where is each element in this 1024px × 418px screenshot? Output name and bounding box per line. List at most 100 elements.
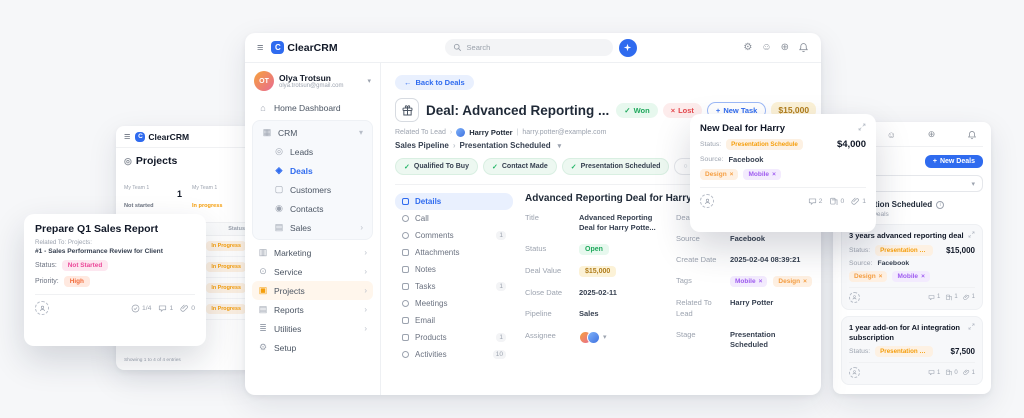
stage-presentation-scheduled[interactable]: ✓ Presentation Scheduled — [561, 158, 670, 175]
status-label: Status: — [700, 141, 722, 148]
assign-user-button[interactable] — [35, 301, 49, 315]
sidebar-item-sales[interactable]: ▤ Sales › — [256, 218, 369, 237]
tag-design[interactable]: Design × — [849, 270, 888, 282]
apps-icon[interactable]: ⊕ — [928, 129, 936, 140]
comments-counter[interactable]: 1 — [928, 294, 940, 301]
expand-icon[interactable] — [858, 123, 866, 131]
chevron-down-icon: ▾ — [358, 128, 363, 137]
support-icon[interactable]: ☺ — [887, 130, 896, 140]
tab-notes[interactable]: Notes — [395, 261, 513, 278]
close-icon[interactable]: × — [879, 273, 883, 280]
close-icon[interactable]: × — [759, 278, 763, 285]
tag-design[interactable]: Design × — [700, 169, 739, 180]
attachments-counter[interactable]: 1 — [851, 197, 866, 206]
tag-mobile[interactable]: Mobile × — [743, 169, 781, 180]
apps-icon[interactable]: ⊕ — [781, 42, 789, 53]
sidebar-item-deals[interactable]: ◈ Deals — [256, 161, 369, 180]
task-card[interactable]: Prepare Q1 Sales Report Related To: Proj… — [24, 214, 206, 346]
lead-name-link[interactable]: Harry Potter — [469, 128, 512, 137]
deal-card[interactable]: 1 year add-on for AI integration subscri… — [841, 315, 983, 386]
new-deals-button[interactable]: + New Deals — [924, 155, 983, 168]
user-avatar: OT — [254, 71, 274, 91]
sidebar-item-leads[interactable]: ◎ Leads — [256, 142, 369, 161]
tasks-counter[interactable]: 0 — [945, 369, 958, 376]
clipboard-icon — [946, 294, 952, 300]
attachments-counter[interactable]: 0 — [180, 304, 195, 313]
new-deal-popup-card[interactable]: New Deal for Harry Status: Presentation … — [690, 114, 876, 232]
meetings-icon — [402, 300, 409, 307]
attachments-count: 0 — [191, 304, 195, 312]
sidebar-item-home-dashboard[interactable]: ⌂ Home Dashboard — [252, 98, 373, 117]
sidebar-item-crm[interactable]: ▦ CRM ▾ — [256, 123, 369, 142]
comment-bubble-icon — [159, 305, 167, 312]
tasks-counter[interactable]: 0 — [829, 197, 844, 206]
settings-icon[interactable]: ⚙ — [743, 42, 752, 53]
search-input[interactable]: Search — [444, 39, 613, 56]
tab-activities[interactable]: Activities 10 — [395, 346, 513, 363]
chevron-right-icon: › — [364, 286, 367, 295]
tab-products[interactable]: Products 1 — [395, 329, 513, 346]
support-icon[interactable]: ☺ — [761, 42, 771, 53]
tab-comments[interactable]: Comments 1 — [395, 227, 513, 244]
sidebar-item-service[interactable]: ⊙ Service › — [252, 262, 373, 281]
topbar-icon-group: ⚙ ☺ ⊕ — [743, 42, 809, 53]
close-icon[interactable]: × — [730, 171, 734, 178]
expand-icon[interactable] — [968, 231, 975, 238]
back-to-deals-button[interactable]: ← Back to Deals — [395, 75, 474, 90]
sidebar-item-customers[interactable]: ▢ Customers — [256, 180, 369, 199]
attachments-counter[interactable]: 1 — [963, 294, 975, 301]
tab-call[interactable]: Call — [395, 210, 513, 227]
sidebar-item-projects[interactable]: ▣ Projects › — [252, 281, 373, 300]
sidebar-item-marketing[interactable]: ▥ Marketing › — [252, 243, 373, 262]
tab-meetings[interactable]: Meetings — [395, 295, 513, 312]
back-button-label: Back to Deals — [415, 78, 465, 87]
tag-label: Mobile — [897, 272, 919, 280]
profile-menu[interactable]: OT Olya Trotsun olya.trotsun@gmail.com ▾ — [252, 69, 373, 98]
notifications-bell-icon[interactable] — [967, 130, 977, 140]
assign-user-button[interactable] — [849, 367, 860, 379]
brand-name: ClearCRM — [148, 131, 190, 142]
assignee-avatars[interactable]: ▾ — [579, 330, 607, 344]
tab-attachments[interactable]: Attachments — [395, 244, 513, 261]
menu-icon[interactable]: ≡ — [257, 42, 263, 54]
menu-icon[interactable]: ≡ — [124, 131, 130, 143]
sidebar-item-utilities[interactable]: ≣ Utilities › — [252, 319, 373, 338]
close-icon[interactable]: × — [772, 171, 776, 178]
current-stage-dropdown[interactable]: Presentation Scheduled — [459, 141, 550, 150]
won-button[interactable]: ✓ Won — [616, 102, 658, 118]
tag-mobile[interactable]: Mobile × — [892, 270, 930, 282]
sidebar-item-reports[interactable]: ▤ Reports › — [252, 300, 373, 319]
stage-qualified-to-buy[interactable]: ✓ Qualified To Buy — [395, 158, 478, 175]
assign-user-button[interactable] — [700, 194, 714, 208]
close-icon[interactable]: × — [921, 273, 925, 280]
assistant-button[interactable] — [618, 38, 637, 57]
tab-email[interactable]: Email — [395, 312, 513, 329]
tag-mobile[interactable]: Mobile × — [730, 276, 768, 288]
stage-contact-made[interactable]: ✓ Contact Made — [482, 158, 557, 175]
tag-design[interactable]: Design × — [773, 276, 812, 288]
close-icon[interactable]: × — [803, 278, 807, 285]
check-icon: ✓ — [624, 105, 631, 115]
notifications-bell-icon[interactable] — [798, 42, 809, 53]
sidebar-item-contacts[interactable]: ◉ Contacts — [256, 199, 369, 218]
plus-icon: + — [932, 158, 937, 165]
tasks-counter[interactable]: 1 — [945, 294, 958, 301]
tab-details[interactable]: Details — [395, 193, 513, 210]
comments-counter[interactable]: 2 — [808, 197, 822, 206]
paperclip-icon — [963, 369, 969, 376]
email-icon — [402, 317, 409, 324]
chevron-right-icon: › — [364, 324, 367, 333]
comments-counter[interactable]: 1 — [928, 369, 940, 376]
assign-user-button[interactable] — [849, 291, 860, 303]
expand-icon[interactable] — [968, 323, 975, 330]
tab-tasks[interactable]: Tasks 1 — [395, 278, 513, 295]
deal-card[interactable]: 3 years advanced reporting deal Status: … — [841, 224, 983, 310]
attachments-count: 1 — [862, 197, 866, 205]
projects-icon: ◎ — [124, 155, 132, 166]
paperclip-icon — [851, 197, 860, 205]
status-badge: In Progress — [206, 304, 246, 314]
comments-counter[interactable]: 1 — [158, 304, 173, 313]
attachments-counter[interactable]: 1 — [963, 369, 975, 376]
sidebar-item-setup[interactable]: ⚙ Setup — [252, 338, 373, 357]
checklist-progress[interactable]: 1/4 — [131, 304, 151, 313]
